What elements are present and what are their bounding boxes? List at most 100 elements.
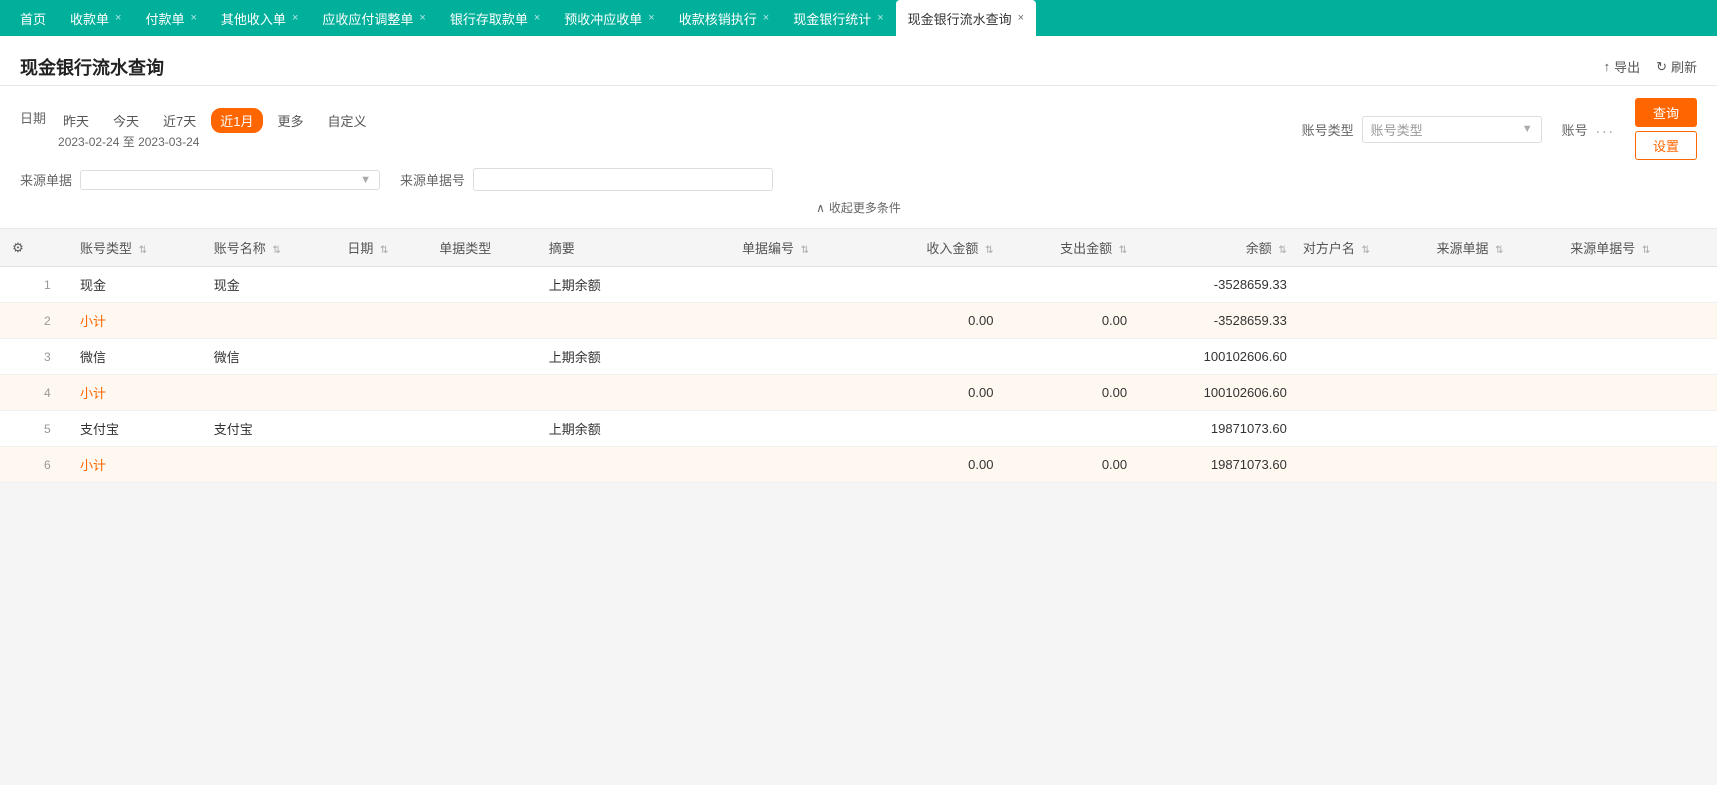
date-btn-more[interactable]: 更多 xyxy=(269,108,313,133)
cell-balance: 100102606.60 xyxy=(1135,375,1295,411)
cell-account-type: 现金 xyxy=(72,267,206,303)
th-source-doc-label: 来源单据 xyxy=(1437,241,1489,256)
cell-doc-no xyxy=(734,339,868,375)
date-options: 昨天 今天 近7天 近1月 更多 自定义 xyxy=(54,108,376,133)
th-balance[interactable]: 余额 ⇅ xyxy=(1135,229,1295,267)
cell-num: 6 xyxy=(36,447,72,483)
account-type-select[interactable]: 账号类型 ▼ xyxy=(1362,116,1542,143)
cell-checkbox xyxy=(0,303,36,339)
table-row[interactable]: 1 现金 现金 上期余额 -3528659.33 xyxy=(0,267,1717,303)
table-row[interactable]: 4 小计 0.00 0.00 100102606.60 xyxy=(0,375,1717,411)
th-doc-no[interactable]: 单据编号 ⇅ xyxy=(734,229,868,267)
export-icon: ↑ xyxy=(1604,59,1611,74)
settings-button[interactable]: 设置 xyxy=(1635,131,1697,160)
th-doc-no-label: 单据编号 xyxy=(742,241,794,256)
cell-checkbox xyxy=(0,339,36,375)
cell-date xyxy=(339,375,431,411)
date-btn-yesterday[interactable]: 昨天 xyxy=(54,108,98,133)
nav-prepaid[interactable]: 预收冲应收单 × xyxy=(552,0,666,36)
cell-num: 3 xyxy=(36,339,72,375)
cell-source-doc xyxy=(1429,267,1563,303)
cell-num: 5 xyxy=(36,411,72,447)
nav-prepaid-close[interactable]: × xyxy=(648,12,654,24)
nav-cash-bank-flow-close[interactable]: × xyxy=(1018,12,1024,24)
nav-home-label: 首页 xyxy=(20,9,46,28)
cell-expense: 0.00 xyxy=(1001,303,1135,339)
sort-icon-date: ⇅ xyxy=(380,245,388,256)
cell-date xyxy=(339,339,431,375)
collapse-button[interactable]: ∧ 收起更多条件 xyxy=(20,199,1697,216)
nav-other-income[interactable]: 其他收入单 × xyxy=(209,0,310,36)
nav-ar-ap-adjust-close[interactable]: × xyxy=(419,12,425,24)
settings-icon: ⚙ xyxy=(12,240,24,255)
cell-doc-type xyxy=(431,339,541,375)
th-expense[interactable]: 支出金额 ⇅ xyxy=(1001,229,1135,267)
th-source-doc-no[interactable]: 来源单据号 ⇅ xyxy=(1562,229,1717,267)
nav-cash-bank-stat-close[interactable]: × xyxy=(877,12,883,24)
nav-receipt-close[interactable]: × xyxy=(115,12,121,24)
th-counterpart-label: 对方户名 xyxy=(1303,241,1355,256)
cell-counterpart xyxy=(1295,411,1429,447)
source-doc-no-input[interactable] xyxy=(473,168,773,191)
cell-counterpart xyxy=(1295,267,1429,303)
cell-doc-no xyxy=(734,447,868,483)
cell-source-doc xyxy=(1429,375,1563,411)
table-row[interactable]: 6 小计 0.00 0.00 19871073.60 xyxy=(0,447,1717,483)
th-num xyxy=(36,229,72,267)
date-range-display: 2023-02-24 至 2023-03-24 xyxy=(58,133,376,150)
nav-bank-deposit-close[interactable]: × xyxy=(534,12,540,24)
nav-cash-bank-flow[interactable]: 现金银行流水查询 × xyxy=(896,0,1036,36)
cell-account-type: 微信 xyxy=(72,339,206,375)
cell-account-name xyxy=(206,447,340,483)
cell-expense xyxy=(1001,339,1135,375)
cell-income xyxy=(868,339,1002,375)
account-type-label: 账号类型 xyxy=(1302,120,1354,139)
nav-payment[interactable]: 付款单 × xyxy=(133,0,208,36)
nav-receipt[interactable]: 收款单 × xyxy=(58,0,133,36)
cell-num: 2 xyxy=(36,303,72,339)
cell-source-doc xyxy=(1429,411,1563,447)
cell-account-name xyxy=(206,375,340,411)
cell-doc-no xyxy=(734,267,868,303)
th-counterpart[interactable]: 对方户名 ⇅ xyxy=(1295,229,1429,267)
table-row[interactable]: 5 支付宝 支付宝 上期余额 19871073.60 xyxy=(0,411,1717,447)
nav-collection-exec[interactable]: 收款核销执行 × xyxy=(667,0,781,36)
th-income[interactable]: 收入金额 ⇅ xyxy=(868,229,1002,267)
cell-income xyxy=(868,267,1002,303)
nav-ar-ap-adjust[interactable]: 应收应付调整单 × xyxy=(310,0,437,36)
table-row[interactable]: 3 微信 微信 上期余额 100102606.60 xyxy=(0,339,1717,375)
nav-cash-bank-stat[interactable]: 现金银行统计 × xyxy=(781,0,895,36)
nav-home[interactable]: 首页 xyxy=(8,0,58,36)
th-date[interactable]: 日期 ⇅ xyxy=(339,229,431,267)
table-container: ⚙ 账号类型 ⇅ 账号名称 ⇅ 日期 ⇅ 单据类型 xyxy=(0,229,1717,483)
refresh-button[interactable]: ↻ 刷新 xyxy=(1656,57,1697,76)
th-source-doc[interactable]: 来源单据 ⇅ xyxy=(1429,229,1563,267)
nav-bank-deposit[interactable]: 银行存取款单 × xyxy=(438,0,552,36)
th-account-name[interactable]: 账号名称 ⇅ xyxy=(206,229,340,267)
cell-counterpart xyxy=(1295,339,1429,375)
cell-income: 0.00 xyxy=(868,303,1002,339)
cell-account-type: 小计 xyxy=(72,303,206,339)
th-settings[interactable]: ⚙ xyxy=(0,229,36,267)
account-label: 账号 xyxy=(1562,120,1588,139)
sort-icon-source-doc: ⇅ xyxy=(1495,245,1503,256)
export-button[interactable]: ↑ 导出 xyxy=(1604,57,1641,76)
source-doc-select[interactable]: ▼ xyxy=(80,170,380,190)
nav-other-income-close[interactable]: × xyxy=(292,12,298,24)
date-btn-custom[interactable]: 自定义 xyxy=(319,108,376,133)
cell-balance: -3528659.33 xyxy=(1135,303,1295,339)
table-row[interactable]: 2 小计 0.00 0.00 -3528659.33 xyxy=(0,303,1717,339)
cell-doc-type xyxy=(431,267,541,303)
nav-payment-close[interactable]: × xyxy=(190,12,196,24)
nav-collection-exec-close[interactable]: × xyxy=(763,12,769,24)
cell-doc-type xyxy=(431,303,541,339)
query-button[interactable]: 查询 xyxy=(1635,98,1697,127)
date-btn-1month[interactable]: 近1月 xyxy=(211,108,262,133)
cell-account-name: 微信 xyxy=(206,339,340,375)
filter-row-1: 日期 昨天 今天 近7天 近1月 更多 自定义 2023-02-24 至 202… xyxy=(20,98,1697,160)
account-more-dots[interactable]: ... xyxy=(1596,120,1615,138)
date-btn-7days[interactable]: 近7天 xyxy=(154,108,205,133)
th-account-type[interactable]: 账号类型 ⇅ xyxy=(72,229,206,267)
date-btn-today[interactable]: 今天 xyxy=(104,108,148,133)
cell-doc-type xyxy=(431,411,541,447)
